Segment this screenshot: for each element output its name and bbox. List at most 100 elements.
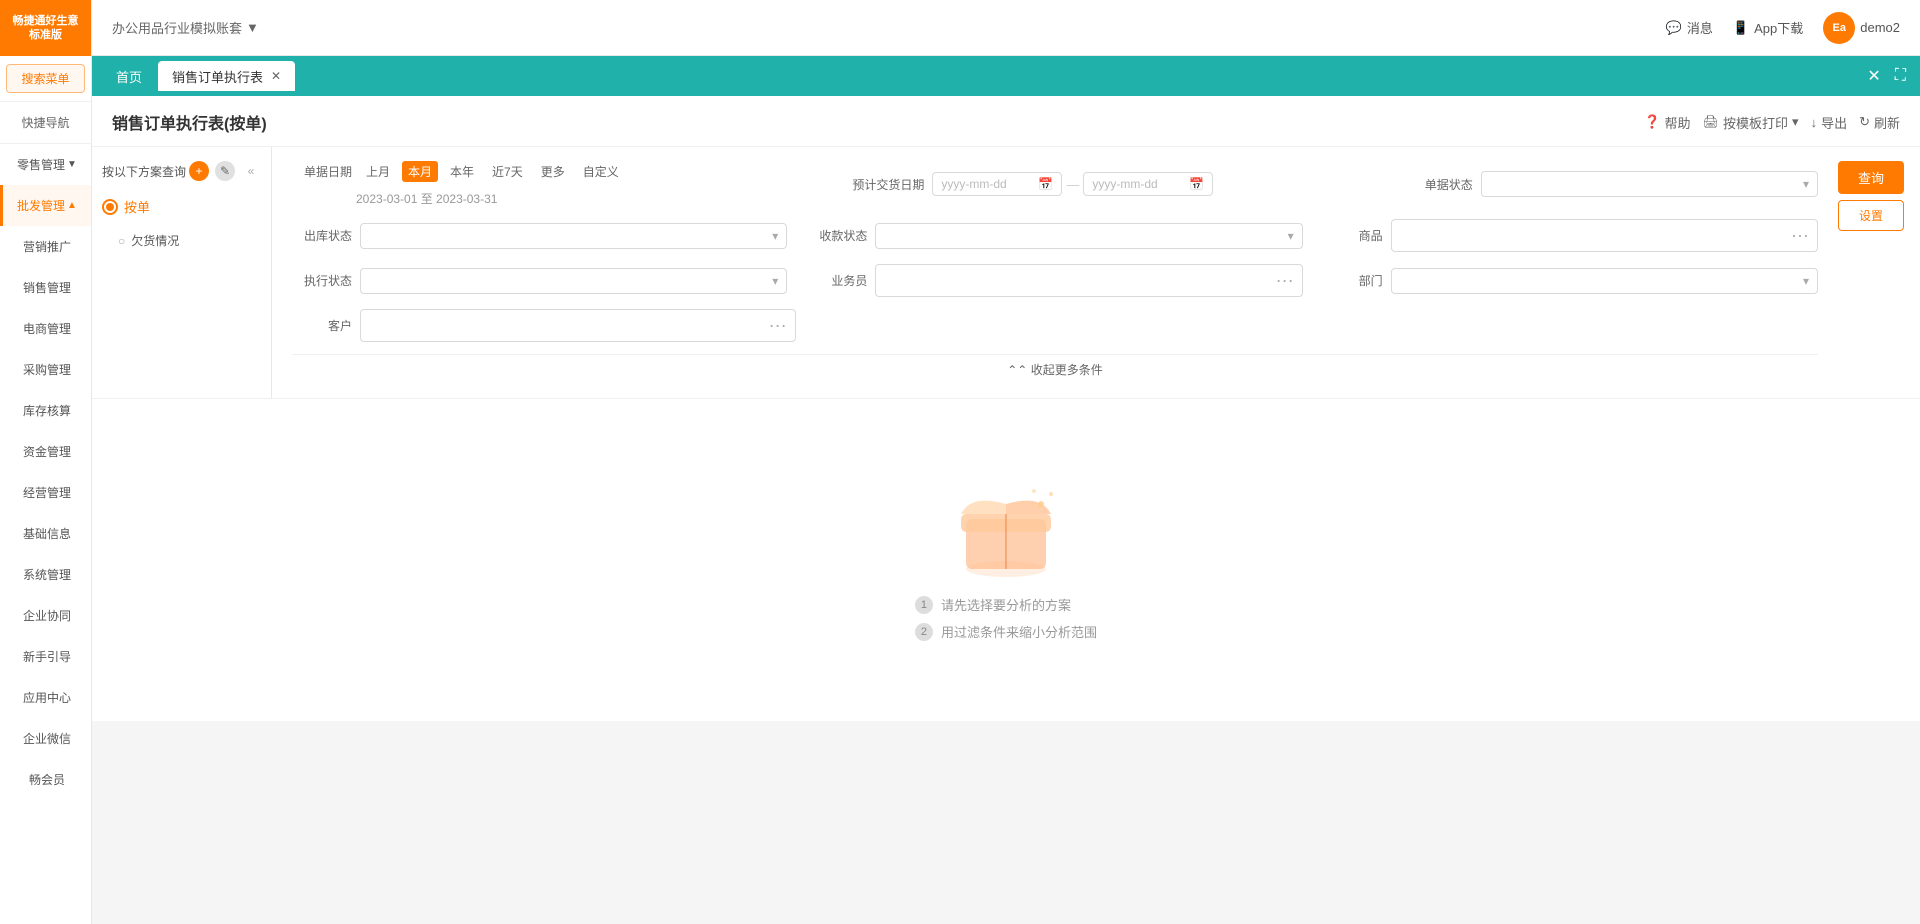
sidebar-item-guide[interactable]: 新手引导 bbox=[0, 636, 91, 677]
field-department: 部门 ▾ bbox=[1323, 268, 1818, 294]
sidebar-item-ecommerce[interactable]: 电商管理 bbox=[0, 308, 91, 349]
payment-status-label: 收款状态 bbox=[807, 227, 867, 244]
empty-hint-1: 1 请先选择要分析的方案 bbox=[915, 595, 1097, 614]
order-status-label: 单据状态 bbox=[1413, 176, 1473, 193]
collapse-more-conditions[interactable]: ⌃⌃ 收起更多条件 bbox=[292, 354, 1818, 384]
date-tab-last-month[interactable]: 上月 bbox=[360, 161, 396, 182]
exec-status-select[interactable]: ▾ bbox=[360, 268, 787, 294]
expected-date-start-input[interactable]: yyyy-mm-dd 📅 bbox=[932, 172, 1062, 196]
expected-date-end-input[interactable]: yyyy-mm-dd 📅 bbox=[1083, 172, 1213, 196]
export-label: 导出 bbox=[1821, 113, 1847, 132]
customer-input[interactable]: ··· bbox=[360, 309, 796, 342]
department-select[interactable]: ▾ bbox=[1391, 268, 1818, 294]
order-status-select[interactable]: ▾ bbox=[1481, 171, 1818, 197]
date-divider: — bbox=[1066, 177, 1079, 192]
empty-hint-2: 2 用过滤条件来缩小分析范围 bbox=[915, 622, 1097, 641]
salesperson-more-icon: ··· bbox=[1276, 270, 1294, 291]
refresh-icon: ↻ bbox=[1859, 114, 1870, 130]
sidebar-item-operation[interactable]: 经营管理 bbox=[0, 472, 91, 513]
tab-home[interactable]: 首页 bbox=[102, 61, 156, 91]
export-action[interactable]: ↓ 导出 bbox=[1811, 113, 1848, 132]
user-profile[interactable]: Ea demo2 bbox=[1823, 12, 1900, 44]
breadcrumb-arrow-icon: ▼ bbox=[246, 20, 259, 35]
tab-fullscreen-button[interactable]: ⛶ bbox=[1891, 63, 1910, 89]
filter-form: 单据日期 上月 本月 本年 近7天 更多 自定义 bbox=[272, 147, 1838, 398]
delivery-status-select[interactable]: ▾ bbox=[360, 223, 787, 249]
sidebar-item-marketing[interactable]: 营销推广 bbox=[0, 226, 91, 267]
export-icon: ↓ bbox=[1811, 115, 1818, 130]
date-tab-this-month[interactable]: 本月 bbox=[402, 161, 438, 182]
dept-select-arrow-icon: ▾ bbox=[1803, 274, 1809, 288]
expected-date-label: 预计交货日期 bbox=[852, 176, 924, 193]
breadcrumb-dropdown[interactable]: 办公用品行业模拟账套 ▼ bbox=[112, 18, 259, 37]
scheme-collapse-icon[interactable]: « bbox=[241, 161, 261, 181]
refresh-action[interactable]: ↻ 刷新 bbox=[1859, 113, 1900, 132]
date-range-text: 2023-03-01 至 2023-03-31 bbox=[356, 190, 497, 207]
scheme-add-icon[interactable]: + bbox=[189, 161, 209, 181]
field-customer: 客户 ··· bbox=[292, 309, 796, 342]
filter-row-2: 出库状态 ▾ 收款状态 ▾ bbox=[292, 219, 1818, 252]
page-content: 销售订单执行表(按单) ❓ 帮助 🖨 按模板打印 ▾ ↓ 导出 bbox=[92, 96, 1920, 924]
sidebar-item-basic[interactable]: 基础信息 bbox=[0, 513, 91, 554]
date-tabs: 上月 本月 本年 近7天 更多 自定义 bbox=[360, 161, 625, 182]
field-exec-status: 执行状态 ▾ bbox=[292, 268, 787, 294]
field-expected-date: 预计交货日期 yyyy-mm-dd 📅 — yyyy-mm-dd 📅 bbox=[852, 172, 1392, 196]
sidebar-item-wechat[interactable]: 企业微信 bbox=[0, 718, 91, 759]
query-button[interactable]: 查询 bbox=[1838, 161, 1904, 194]
sidebar-item-wholesale[interactable]: 批发管理▲ bbox=[0, 185, 91, 226]
app-download-action[interactable]: 📱 App下载 bbox=[1733, 18, 1803, 37]
salesperson-input[interactable]: ··· bbox=[875, 264, 1302, 297]
date-tab-more[interactable]: 更多 bbox=[535, 161, 571, 182]
page-title-actions: ❓ 帮助 🖨 按模板打印 ▾ ↓ 导出 ↻ 刷新 bbox=[1644, 113, 1900, 132]
sidebar-item-appstore[interactable]: 应用中心 bbox=[0, 677, 91, 718]
sidebar-item-inventory[interactable]: 库存核算 bbox=[0, 390, 91, 431]
tab-sales-order-exec[interactable]: 销售订单执行表 ✕ bbox=[158, 61, 295, 91]
chevron-down-icon: ▲ bbox=[67, 200, 77, 211]
payment-status-select[interactable]: ▾ bbox=[875, 223, 1302, 249]
sidebar-item-system[interactable]: 系统管理 bbox=[0, 554, 91, 595]
sidebar-item-sales[interactable]: 销售管理 bbox=[0, 267, 91, 308]
field-payment-status: 收款状态 ▾ bbox=[807, 223, 1302, 249]
sidebar-item-member[interactable]: 畅会员 bbox=[0, 759, 91, 800]
scheme-item-by-order[interactable]: 按单 bbox=[92, 189, 271, 224]
filter-actions: 查询 设置 bbox=[1838, 147, 1920, 398]
help-action[interactable]: ❓ 帮助 bbox=[1644, 113, 1690, 132]
message-action[interactable]: 💬 消息 bbox=[1666, 18, 1713, 37]
sidebar-item-cooperation[interactable]: 企业协同 bbox=[0, 595, 91, 636]
breadcrumb-text: 办公用品行业模拟账套 bbox=[112, 18, 242, 37]
sidebar-item-finance[interactable]: 资金管理 bbox=[0, 431, 91, 472]
main-content: 办公用品行业模拟账套 ▼ 💬 消息 📱 App下载 Ea demo2 首页 bbox=[92, 0, 1920, 924]
template-print-action[interactable]: 🖨 按模板打印 ▾ bbox=[1703, 113, 1799, 132]
scheme-header-icons: + ✎ « bbox=[189, 161, 261, 181]
logo-text: 畅捷通好生意 bbox=[13, 14, 79, 28]
filter-row-4: 客户 ··· bbox=[292, 309, 1818, 342]
avatar: Ea bbox=[1823, 12, 1855, 44]
username-label: demo2 bbox=[1860, 20, 1900, 35]
sidebar-item-purchase[interactable]: 采购管理 bbox=[0, 349, 91, 390]
sidebar-item-shortcut[interactable]: 快捷导航 bbox=[0, 108, 91, 137]
scheme-item-overdue[interactable]: ○ 欠货情况 bbox=[92, 224, 271, 257]
tab-close-window-button[interactable]: ✕ bbox=[1863, 62, 1884, 90]
date-placeholder-start: yyyy-mm-dd bbox=[941, 177, 1006, 191]
date-tab-this-year[interactable]: 本年 bbox=[444, 161, 480, 182]
field-delivery-status: 出库状态 ▾ bbox=[292, 223, 787, 249]
tab-bar-actions: ✕ ⛶ bbox=[1863, 62, 1910, 90]
logo-subtext: 标准版 bbox=[29, 28, 62, 42]
hint1-text: 请先选择要分析的方案 bbox=[941, 595, 1071, 614]
sidebar: 畅捷通好生意 标准版 搜索菜单 快捷导航 零售管理▼批发管理▲营销推广销售管理电… bbox=[0, 0, 92, 924]
sidebar-item-retail[interactable]: 零售管理▼ bbox=[0, 144, 91, 185]
date-tab-custom[interactable]: 自定义 bbox=[577, 161, 625, 182]
search-menu-button[interactable]: 搜索菜单 bbox=[6, 64, 85, 93]
scheme-panel: 按以下方案查询 + ✎ « bbox=[92, 147, 272, 398]
scheme-sub-icon: ○ bbox=[118, 234, 125, 248]
date-tab-7days[interactable]: 近7天 bbox=[486, 161, 529, 182]
page-inner: 销售订单执行表(按单) ❓ 帮助 🖨 按模板打印 ▾ ↓ 导出 bbox=[92, 96, 1920, 721]
exec-select-arrow-icon: ▾ bbox=[772, 274, 778, 288]
tab-close-icon[interactable]: ✕ bbox=[271, 69, 281, 83]
scheme-edit-icon[interactable]: ✎ bbox=[215, 161, 235, 181]
goods-input[interactable]: ··· bbox=[1391, 219, 1818, 252]
scheme-radio-icon bbox=[102, 199, 118, 215]
tab-sales-order-exec-label: 销售订单执行表 bbox=[172, 67, 263, 86]
settings-button[interactable]: 设置 bbox=[1838, 200, 1904, 231]
sidebar-search-section: 搜索菜单 bbox=[0, 56, 91, 102]
